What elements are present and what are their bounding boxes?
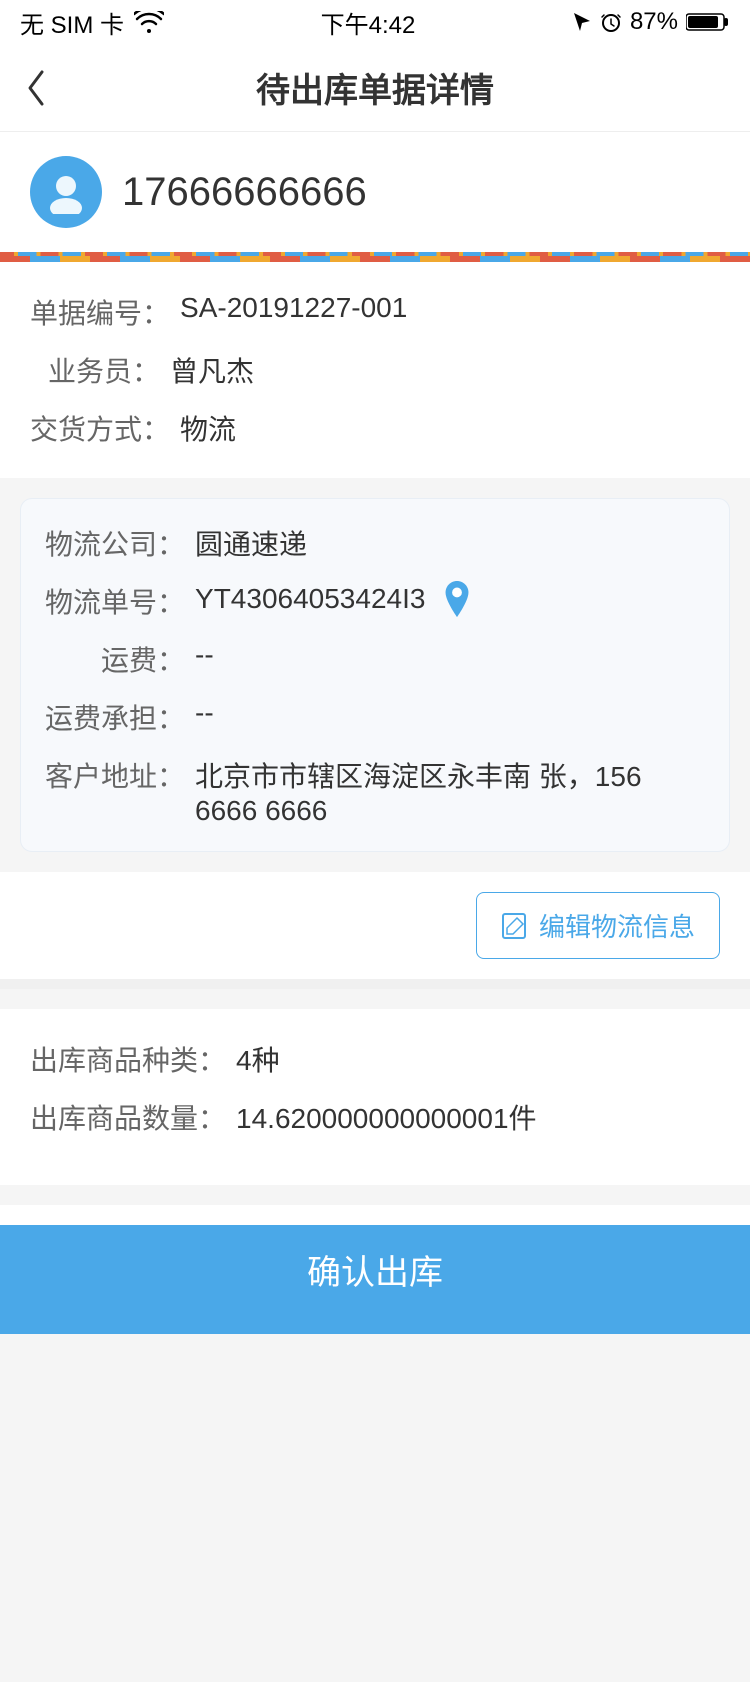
logistics-address-label: 客户地址：: [45, 755, 195, 795]
user-phone: 17666666666: [122, 170, 367, 215]
goods-type-label: 出库商品种类：: [30, 1039, 236, 1079]
salesman-row: 业务员： 曾凡杰: [30, 350, 720, 390]
salesman-value: 曾凡杰: [170, 350, 720, 390]
document-number-value: SA-20191227-001: [180, 292, 720, 324]
back-button[interactable]: [24, 68, 48, 108]
battery-text: 87%: [630, 8, 678, 36]
user-header: 17666666666: [0, 132, 750, 256]
status-bar: 无 SIM 卡 下午4:42 87%: [0, 0, 750, 44]
status-left: 无 SIM 卡: [20, 5, 164, 40]
goods-quantity-value: 14.620000000000001件: [236, 1097, 537, 1137]
user-avatar: [30, 156, 102, 228]
delivery-method-label: 交货方式：: [30, 408, 180, 448]
logistics-freight-row: 运费： --: [45, 639, 705, 679]
logistics-card: 物流公司： 圆通速递 物流单号： YT43064053424I3 运费： -- …: [20, 498, 730, 852]
alarm-icon: [600, 11, 622, 33]
bottom-area: 确认出库: [0, 1225, 750, 1334]
logistics-freight-bearer-label: 运费承担：: [45, 697, 195, 737]
section-gap-1: [0, 989, 750, 1009]
document-number-label: 单据编号：: [30, 292, 180, 332]
logistics-company-label: 物流公司：: [45, 523, 195, 563]
logistics-company-row: 物流公司： 圆通速递: [45, 523, 705, 563]
logistics-freight-bearer-row: 运费承担： --: [45, 697, 705, 737]
content-spacer: [0, 1312, 750, 1552]
goods-type-value: 4种: [236, 1039, 280, 1079]
goods-section: 出库商品种类： 4种 出库商品数量： 14.620000000000001件: [0, 1009, 750, 1185]
document-number-row: 单据编号： SA-20191227-001: [30, 292, 720, 332]
edit-icon: [501, 912, 529, 940]
goods-quantity-label: 出库商品数量：: [30, 1097, 236, 1137]
location-arrow-icon: [572, 11, 592, 33]
time-text: 下午4:42: [321, 5, 416, 40]
nav-bar: 待出库单据详情: [0, 44, 750, 132]
logistics-address-value: 北京市市辖区海淀区永丰南 张，156 6666 6666: [195, 755, 705, 827]
delivery-method-value: 物流: [180, 408, 720, 448]
logistics-tracking-label: 物流单号：: [45, 581, 195, 621]
location-pin-icon[interactable]: [439, 581, 475, 617]
edit-logistics-row: 编辑物流信息: [0, 872, 750, 989]
goods-quantity-row: 出库商品数量： 14.620000000000001件: [30, 1097, 720, 1137]
edit-logistics-label: 编辑物流信息: [539, 907, 695, 944]
document-info-section: 单据编号： SA-20191227-001 业务员： 曾凡杰 交货方式： 物流: [0, 262, 750, 478]
carrier-text: 无 SIM 卡: [20, 5, 124, 40]
edit-logistics-button[interactable]: 编辑物流信息: [476, 892, 720, 959]
logistics-address-row: 客户地址： 北京市市辖区海淀区永丰南 张，156 6666 6666: [45, 755, 705, 827]
goods-type-row: 出库商品种类： 4种: [30, 1039, 720, 1079]
battery-icon: [686, 11, 730, 33]
status-right: 87%: [572, 8, 730, 36]
logistics-freight-bearer-value: --: [195, 697, 705, 729]
page-title: 待出库单据详情: [256, 63, 494, 112]
wifi-icon: [134, 11, 164, 33]
salesman-label: 业务员：: [30, 350, 170, 390]
logistics-freight-label: 运费：: [45, 639, 195, 679]
delivery-method-row: 交货方式： 物流: [30, 408, 720, 448]
logistics-tracking-value: YT43064053424I3: [195, 581, 705, 617]
logistics-company-value: 圆通速递: [195, 523, 705, 563]
confirm-outbound-button[interactable]: 确认出库: [307, 1245, 443, 1294]
logistics-freight-value: --: [195, 639, 705, 671]
logistics-tracking-row: 物流单号： YT43064053424I3: [45, 581, 705, 621]
